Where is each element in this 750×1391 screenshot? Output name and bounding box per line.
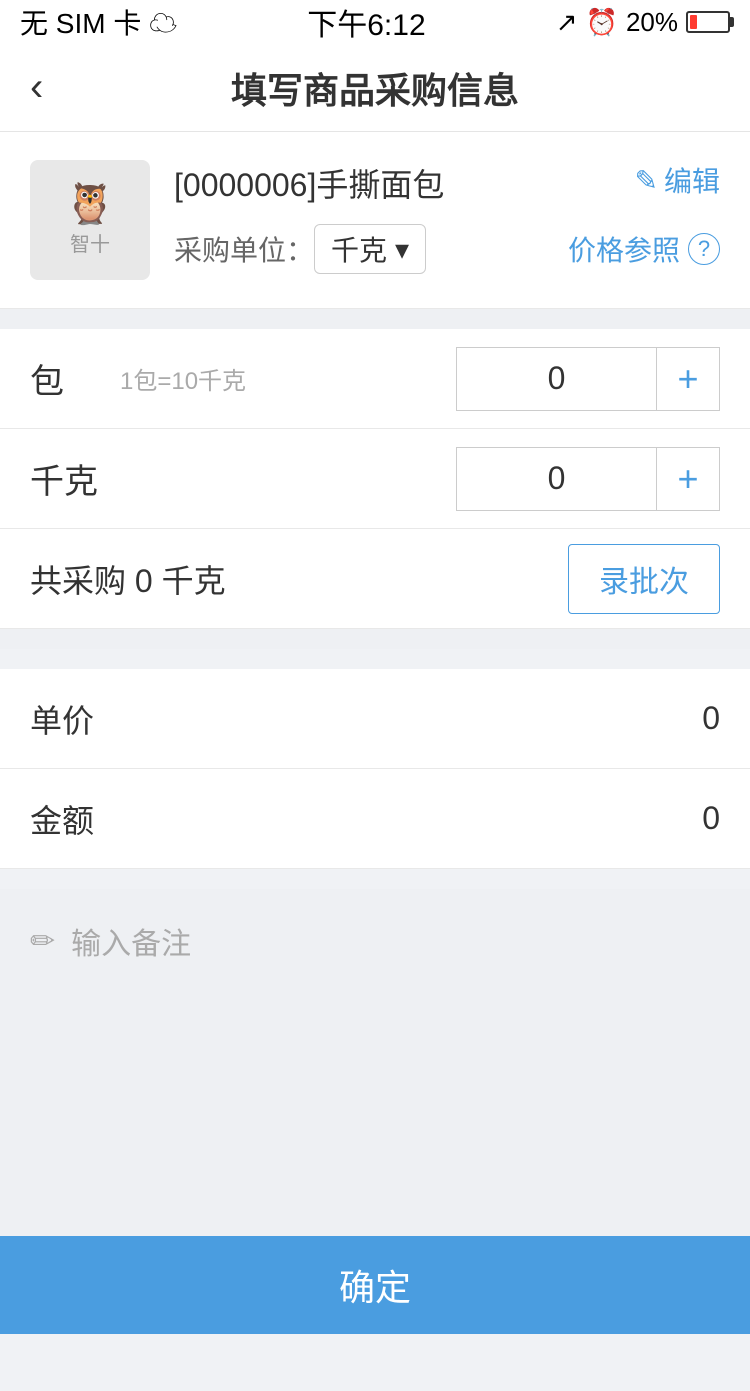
notes-section[interactable]: ✏ 输入备注 [0, 889, 750, 993]
quantity-sublabel-bao: 1包=10千克 [120, 361, 246, 396]
edit-label: 编辑 [664, 160, 720, 200]
total-row: 共采购 0 千克 录批次 [0, 529, 750, 629]
section-separator-2 [0, 629, 750, 649]
product-logo-text: 智十 [70, 228, 110, 257]
notes-placeholder: 输入备注 [71, 919, 191, 963]
sim-status: 无 SIM 卡 ☁ [20, 2, 177, 42]
price-ref-label: 价格参照 [568, 229, 680, 269]
product-header: [0000006]手撕面包 ✎ 编辑 [174, 160, 720, 206]
quantity-row-bao: 包 1包=10千克 + [0, 329, 750, 429]
unit-price-value: 0 [702, 700, 720, 737]
location-icon: ↗ [556, 7, 578, 38]
quantity-section: 包 1包=10千克 + 千克 + [0, 329, 750, 529]
edit-icon: ✎ [635, 164, 658, 197]
batch-button[interactable]: 录批次 [568, 544, 720, 614]
nav-bar: ‹ 填写商品采购信息 [0, 44, 750, 132]
unit-select[interactable]: 千克 ▾ [314, 224, 426, 274]
quantity-label-kg: 千克 [30, 454, 110, 503]
confirm-button[interactable]: 确定 [0, 1236, 750, 1334]
unit-value: 千克 [331, 229, 387, 269]
page-title: 填写商品采购信息 [231, 62, 519, 114]
quantity-input-wrap-kg: + [456, 447, 720, 511]
quantity-row-kg: 千克 + [0, 429, 750, 529]
product-info: [0000006]手撕面包 ✎ 编辑 采购单位： 千克 ▾ 价格参照 ? [174, 160, 720, 274]
battery-percent: 20% [626, 7, 678, 38]
unit-price-label: 单价 [30, 696, 94, 742]
chevron-down-icon: ▾ [395, 233, 409, 266]
price-section: 单价 0 金额 0 [0, 669, 750, 869]
quantity-plus-kg[interactable]: + [656, 447, 720, 511]
section-separator-1 [0, 309, 750, 329]
amount-value: 0 [702, 800, 720, 837]
amount-label: 金额 [30, 796, 94, 842]
edit-button[interactable]: ✎ 编辑 [635, 160, 720, 200]
product-image: 🦉 智十 [30, 160, 150, 280]
back-button[interactable]: ‹ [30, 65, 43, 110]
quantity-label-bao: 包 [30, 354, 110, 403]
unit-selector-area: 采购单位： 千克 ▾ [174, 224, 426, 274]
product-name: [0000006]手撕面包 [174, 160, 444, 206]
unit-label: 采购单位： [174, 229, 314, 269]
status-bar: 无 SIM 卡 ☁ 下午6:12 ↗ ⏰ 20% [0, 0, 750, 44]
notes-icon: ✏ [30, 924, 55, 959]
alarm-icon: ⏰ [586, 7, 618, 38]
quantity-input-kg[interactable] [456, 447, 656, 511]
price-ref-button[interactable]: 价格参照 ? [568, 229, 720, 269]
status-time: 下午6:12 [307, 0, 425, 44]
status-right: ↗ ⏰ 20% [556, 7, 730, 38]
quantity-input-bao[interactable] [456, 347, 656, 411]
amount-row: 金额 0 [0, 769, 750, 869]
product-card: 🦉 智十 [0000006]手撕面包 ✎ 编辑 采购单位： 千克 ▾ [0, 132, 750, 309]
product-logo-icon: 🦉 [65, 184, 115, 224]
battery-icon [686, 11, 730, 33]
quantity-input-wrap-bao: + [456, 347, 720, 411]
help-icon: ? [688, 233, 720, 265]
product-unit-row: 采购单位： 千克 ▾ 价格参照 ? [174, 224, 720, 274]
total-text: 共采购 0 千克 [30, 556, 226, 602]
status-left: 无 SIM 卡 ☁ [20, 2, 177, 42]
quantity-plus-bao[interactable]: + [656, 347, 720, 411]
unit-price-row: 单价 0 [0, 669, 750, 769]
